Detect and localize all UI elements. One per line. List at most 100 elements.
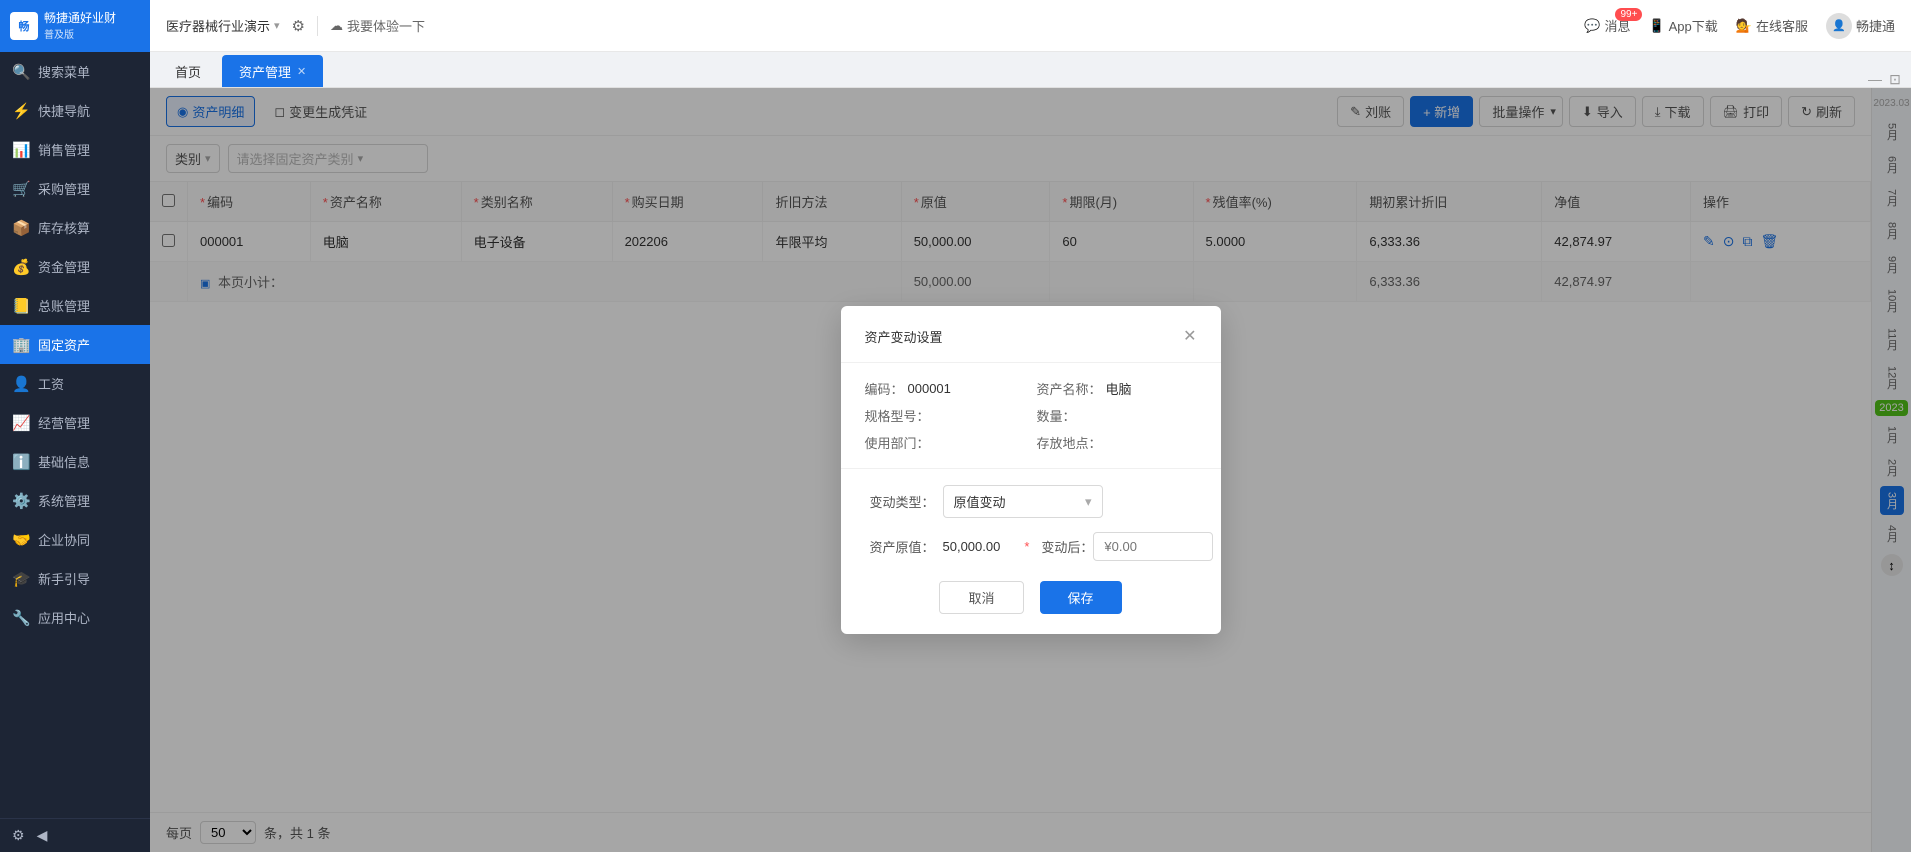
sidebar-item-inventory[interactable]: 📦 库存核算 [0, 208, 150, 247]
sidebar-item-label-quicknav: 快捷导航 [38, 101, 90, 120]
code-label: 编码： [865, 379, 904, 398]
sidebar-item-system[interactable]: ⚙️ 系统管理 [0, 481, 150, 520]
asset-change-modal: 资产变动设置 ✕ 编码： 000001 资产名称： 电脑 规格型号： [841, 306, 1221, 634]
tab-home-label: 首页 [175, 62, 201, 81]
change-type-row: 变动类型： 原值变动 ▾ [865, 485, 1197, 518]
system-icon: ⚙️ [12, 492, 30, 510]
change-type-select[interactable]: 原值变动 ▾ [943, 485, 1103, 518]
newguide-icon: 🎓 [12, 570, 30, 588]
sidebar-item-label-capital: 资金管理 [38, 257, 90, 276]
spec-label: 规格型号： [865, 406, 930, 425]
tab-assets[interactable]: 资产管理 ✕ [222, 55, 323, 87]
fixedassets-icon: 🏢 [12, 336, 30, 354]
sidebar-item-label-ledger: 总账管理 [38, 296, 90, 315]
message-icon: 💬 [1584, 18, 1600, 34]
topbar: 医疗器械行业演示 ▾ ⚙ ☁ 我要体验一下 💬 消息 99+ 📱 App下载 💁… [150, 0, 1911, 52]
sidebar-item-label-system: 系统管理 [38, 491, 90, 510]
modal-divider [841, 362, 1221, 363]
location-label: 存放地点： [1037, 433, 1102, 452]
dept-label: 使用部门： [865, 433, 930, 452]
purchase-icon: 🛒 [12, 180, 30, 198]
sidebar-item-newguide[interactable]: 🎓 新手引导 [0, 559, 150, 598]
search-icon: 🔍 [12, 63, 30, 81]
ledger-icon: 📒 [12, 297, 30, 315]
sidebar-item-basicinfo[interactable]: ℹ️ 基础信息 [0, 442, 150, 481]
sidebar-item-sales[interactable]: 📊 销售管理 [0, 130, 150, 169]
sidebar-item-ledger[interactable]: 📒 总账管理 [0, 286, 150, 325]
user-menu[interactable]: 👤 畅捷通 [1826, 13, 1895, 39]
tab-home[interactable]: 首页 [158, 55, 218, 87]
modal-close-icon[interactable]: ✕ [1183, 326, 1196, 346]
save-button[interactable]: 保存 [1040, 581, 1122, 614]
sidebar-item-label-appcenter: 应用中心 [38, 608, 90, 627]
info-dept: 使用部门： [865, 433, 1025, 452]
inventory-icon: 📦 [12, 219, 30, 237]
app-edition: 普及版 [44, 26, 116, 41]
topbar-right: 💬 消息 99+ 📱 App下载 💁 在线客服 👤 畅捷通 [1584, 13, 1895, 39]
sidebar-item-label-purchase: 采购管理 [38, 179, 90, 198]
quicknav-icon: ⚡ [12, 102, 30, 120]
sidebar-item-label-sales: 销售管理 [38, 140, 90, 159]
asset-name-label: 资产名称： [1037, 379, 1102, 398]
sidebar-item-appcenter[interactable]: 🔧 应用中心 [0, 598, 150, 637]
sidebar-item-purchase[interactable]: 🛒 采购管理 [0, 169, 150, 208]
chevron-down-icon: ▾ [274, 19, 280, 32]
sidebar: 畅 畅捷通好业财 普及版 🔍 搜索菜单 ⚡ 快捷导航 📊 销售管理 🛒 采购管理… [0, 0, 150, 852]
username: 畅捷通 [1856, 16, 1895, 35]
tab-assets-label: 资产管理 [239, 62, 291, 81]
sidebar-item-label-operations: 经营管理 [38, 413, 90, 432]
tabbar: 首页 资产管理 ✕ — ⊡ [150, 52, 1911, 88]
content-area: ◉ 资产明细 ◻ 变更生成凭证 ✎ 刘账 + 新增 批量操作 [150, 88, 1911, 852]
minimize-icon[interactable]: — [1867, 71, 1883, 87]
messages-badge: 99+ [1615, 8, 1642, 21]
capital-icon: 💰 [12, 258, 30, 276]
info-code: 编码： 000001 [865, 379, 1025, 398]
change-type-value: 原值变动 [954, 492, 1006, 511]
sidebar-item-label-newguide: 新手引导 [38, 569, 90, 588]
chevron-down-icon: ▾ [1085, 494, 1092, 510]
operations-icon: 📈 [12, 414, 30, 432]
online-service-btn[interactable]: 💁 在线客服 [1736, 16, 1808, 35]
experience-btn[interactable]: ☁ 我要体验一下 [330, 16, 425, 35]
sidebar-item-search[interactable]: 🔍 搜索菜单 [0, 52, 150, 91]
cancel-button[interactable]: 取消 [939, 581, 1023, 614]
sidebar-item-capital[interactable]: 💰 资金管理 [0, 247, 150, 286]
modal-buttons: 取消 保存 [865, 581, 1197, 614]
after-change-input[interactable] [1093, 532, 1213, 561]
maximize-icon[interactable]: ⊡ [1887, 71, 1903, 87]
sidebar-item-operations[interactable]: 📈 经营管理 [0, 403, 150, 442]
sidebar-item-label-basicinfo: 基础信息 [38, 452, 90, 471]
collapse-icon[interactable]: ◀ [37, 827, 48, 844]
asset-original-value: 50,000.00 [943, 539, 1001, 554]
info-spec: 规格型号： [865, 406, 1025, 425]
required-star: * [1024, 539, 1029, 554]
sidebar-item-label-enterprise: 企业协同 [38, 530, 90, 549]
app-download-btn[interactable]: 📱 App下载 [1648, 16, 1717, 35]
app-download-label: App下载 [1669, 16, 1718, 35]
modal-divider2 [841, 468, 1221, 469]
messages-btn[interactable]: 💬 消息 99+ [1584, 16, 1630, 35]
app-name: 畅捷通好业财 [44, 11, 116, 27]
experience-label: 我要体验一下 [347, 16, 425, 35]
settings-icon[interactable]: ⚙ [292, 17, 305, 35]
sales-icon: 📊 [12, 141, 30, 159]
sidebar-item-label-search: 搜索菜单 [38, 62, 90, 81]
modal-info-grid: 编码： 000001 资产名称： 电脑 规格型号： 数量： [865, 379, 1197, 452]
divider [317, 16, 318, 36]
info-quantity: 数量： [1037, 406, 1197, 425]
app-logo: 畅 [10, 12, 38, 40]
tab-close-icon[interactable]: ✕ [297, 65, 306, 78]
company-selector[interactable]: 医疗器械行业演示 ▾ [166, 16, 280, 35]
modal-overlay: 资产变动设置 ✕ 编码： 000001 资产名称： 电脑 规格型号： [150, 88, 1911, 852]
sidebar-item-label-inventory: 库存核算 [38, 218, 90, 237]
sidebar-item-quicknav[interactable]: ⚡ 快捷导航 [0, 91, 150, 130]
sidebar-item-salary[interactable]: 👤 工资 [0, 364, 150, 403]
info-location: 存放地点： [1037, 433, 1197, 452]
salary-icon: 👤 [12, 375, 30, 393]
settings-icon[interactable]: ⚙ [12, 827, 25, 844]
asset-name-value: 电脑 [1106, 379, 1132, 398]
sidebar-item-enterprise[interactable]: 🤝 企业协同 [0, 520, 150, 559]
sidebar-header: 畅 畅捷通好业财 普及版 [0, 0, 150, 52]
quantity-label: 数量： [1037, 406, 1076, 425]
sidebar-item-fixedassets[interactable]: 🏢 固定资产 [0, 325, 150, 364]
